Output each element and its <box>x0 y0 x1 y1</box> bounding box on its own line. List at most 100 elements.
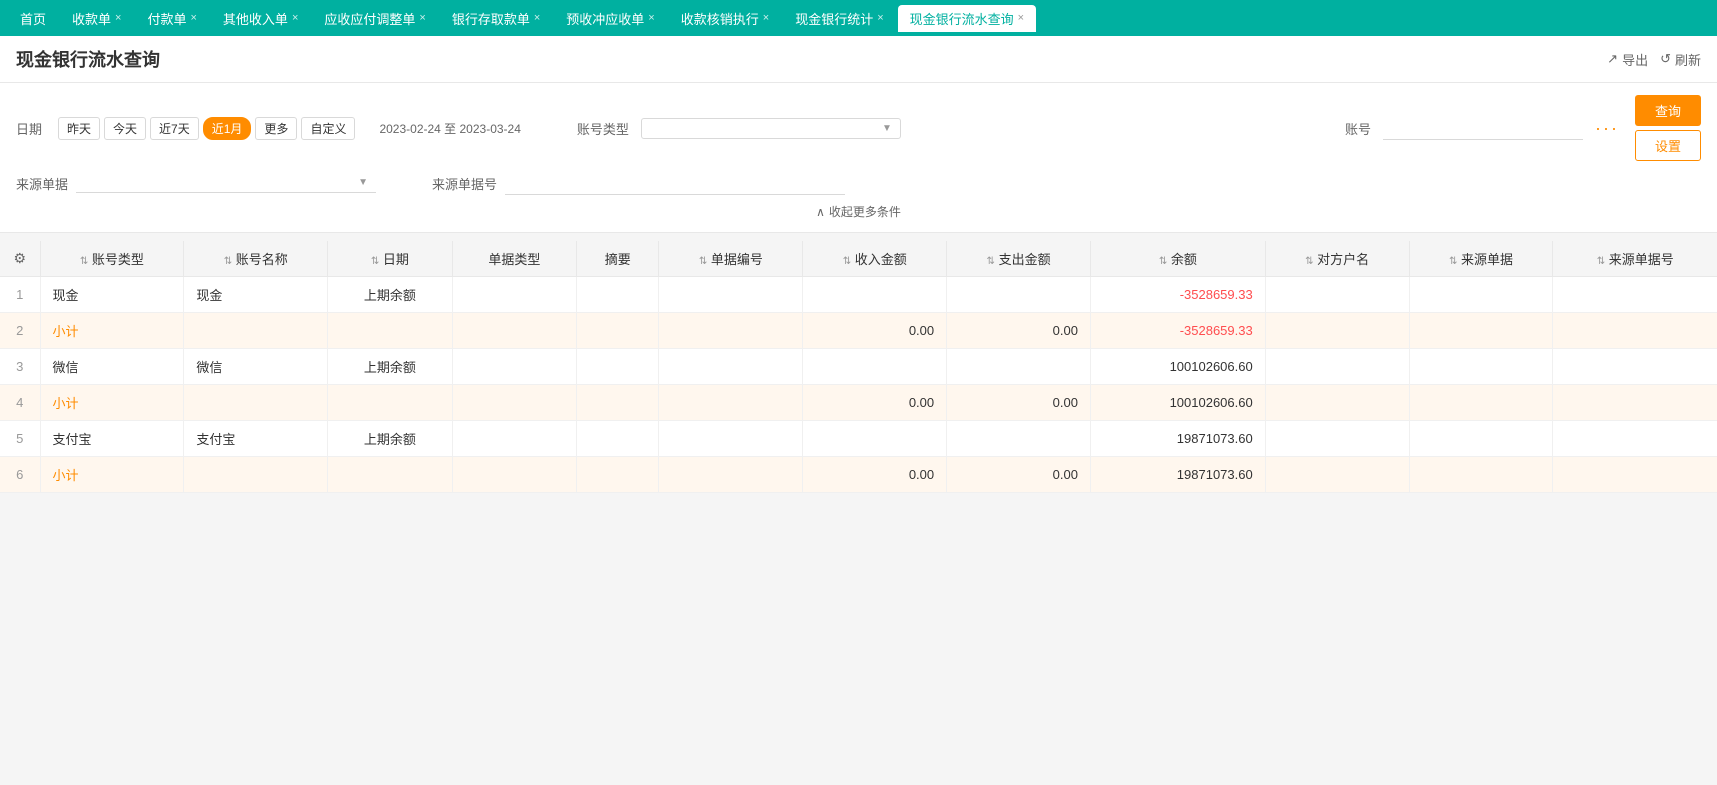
cell-doc-type <box>452 277 576 313</box>
cell-doc-type <box>452 349 576 385</box>
export-button[interactable]: ↗ 导出 <box>1607 50 1648 69</box>
nav-bank-stats[interactable]: 现金银行统计 × <box>783 5 895 32</box>
cell-source-doc <box>1409 313 1553 349</box>
nav-home[interactable]: 首页 <box>8 5 58 32</box>
th-account-name[interactable]: ⇅ 账号名称 <box>184 241 328 277</box>
nav-other-income[interactable]: 其他收入单 × <box>211 5 310 32</box>
date-btn-1month[interactable]: 近1月 <box>203 117 252 140</box>
cell-account-type: 小计 <box>40 385 184 421</box>
cell-balance: -3528659.33 <box>1090 277 1265 313</box>
source-doc-num-input[interactable] <box>505 171 845 195</box>
cell-expense <box>947 349 1091 385</box>
data-table: ⚙ ⇅ 账号类型 ⇅ 账号名称 ⇅ 日期 单据类型 摘要 ⇅ 单 <box>0 241 1717 493</box>
cell-source-doc-no <box>1553 313 1717 349</box>
account-dots-button[interactable]: ··· <box>1595 118 1619 139</box>
th-income[interactable]: ⇅ 收入金额 <box>803 241 947 277</box>
nav-collection-close[interactable]: × <box>763 12 769 24</box>
gear-icon[interactable]: ⚙ <box>13 250 26 266</box>
cell-summary <box>577 385 659 421</box>
nav-payment[interactable]: 付款单 × <box>135 5 208 32</box>
th-settings[interactable]: ⚙ <box>0 241 40 277</box>
th-account-type[interactable]: ⇅ 账号类型 <box>40 241 184 277</box>
cell-income: 0.00 <box>803 457 947 493</box>
cell-income <box>803 421 947 457</box>
cell-balance: 19871073.60 <box>1090 421 1265 457</box>
table-row: 4 小计 0.00 0.00 100102606.60 <box>0 385 1717 421</box>
nav-adjustment[interactable]: 应收应付调整单 × <box>312 5 437 32</box>
cell-doc-no <box>659 421 803 457</box>
th-doc-no[interactable]: ⇅ 单据编号 <box>659 241 803 277</box>
cell-income: 0.00 <box>803 313 947 349</box>
cell-balance: -3528659.33 <box>1090 313 1265 349</box>
th-source-doc[interactable]: ⇅ 来源单据 <box>1409 241 1553 277</box>
nav-bank-transfer[interactable]: 银行存取款单 × <box>440 5 552 32</box>
nav-bank-transfer-close[interactable]: × <box>534 12 540 24</box>
th-counterpart[interactable]: ⇅ 对方户名 <box>1265 241 1409 277</box>
cell-row-num: 6 <box>0 457 40 493</box>
cell-account-type: 小计 <box>40 313 184 349</box>
cell-doc-type <box>452 421 576 457</box>
refresh-icon: ↺ <box>1660 51 1671 67</box>
nav-payment-close[interactable]: × <box>190 12 196 24</box>
collapse-button[interactable]: ∧ 收起更多条件 <box>816 203 901 220</box>
nav-collection[interactable]: 收款核销执行 × <box>669 5 781 32</box>
cell-row-num: 3 <box>0 349 40 385</box>
table-row: 5 支付宝 支付宝 上期余额 19871073.60 <box>0 421 1717 457</box>
date-btn-custom[interactable]: 自定义 <box>301 117 355 140</box>
cell-source-doc <box>1409 349 1553 385</box>
nav-bank-stats-close[interactable]: × <box>877 12 883 24</box>
cell-expense: 0.00 <box>947 457 1091 493</box>
nav-adjustment-close[interactable]: × <box>419 12 425 24</box>
cell-source-doc <box>1409 277 1553 313</box>
source-doc-label: 来源单据 <box>16 174 68 193</box>
nav-bank-flow-close[interactable]: × <box>1018 12 1024 24</box>
refresh-button[interactable]: ↺ 刷新 <box>1660 50 1701 69</box>
date-btn-yesterday[interactable]: 昨天 <box>58 117 100 140</box>
th-source-doc-no[interactable]: ⇅ 来源单据号 <box>1553 241 1717 277</box>
th-balance[interactable]: ⇅ 余额 <box>1090 241 1265 277</box>
cell-doc-type <box>452 385 576 421</box>
cell-summary <box>577 349 659 385</box>
cell-row-num: 2 <box>0 313 40 349</box>
cell-counterpart <box>1265 421 1409 457</box>
nav-other-income-close[interactable]: × <box>292 12 298 24</box>
nav-bank-flow[interactable]: 现金银行流水查询 × <box>898 5 1036 32</box>
table-row: 6 小计 0.00 0.00 19871073.60 <box>0 457 1717 493</box>
account-type-select[interactable]: ▼ <box>641 118 901 139</box>
nav-receipt-close[interactable]: × <box>115 12 121 24</box>
nav-receipt[interactable]: 收款单 × <box>60 5 133 32</box>
cell-doc-type <box>452 313 576 349</box>
cell-income <box>803 277 947 313</box>
date-btn-7days[interactable]: 近7天 <box>150 117 199 140</box>
cell-summary <box>577 277 659 313</box>
date-btn-more[interactable]: 更多 <box>255 117 297 140</box>
cell-date <box>328 457 452 493</box>
th-date[interactable]: ⇅ 日期 <box>328 241 452 277</box>
nav-prepay[interactable]: 预收冲应收单 × <box>554 5 666 32</box>
date-filter-label: 日期 <box>16 119 42 138</box>
source-doc-select[interactable]: ▼ <box>76 173 376 193</box>
settings-button[interactable]: 设置 <box>1635 130 1701 161</box>
query-button[interactable]: 查询 <box>1635 95 1701 126</box>
cell-expense: 0.00 <box>947 313 1091 349</box>
collapse-chevron-icon: ∧ <box>816 205 825 219</box>
cell-row-num: 4 <box>0 385 40 421</box>
nav-prepay-close[interactable]: × <box>648 12 654 24</box>
source-doc-num-label: 来源单据号 <box>432 174 497 193</box>
cell-counterpart <box>1265 457 1409 493</box>
cell-expense: 0.00 <box>947 385 1091 421</box>
date-btn-today[interactable]: 今天 <box>104 117 146 140</box>
data-table-container: ⚙ ⇅ 账号类型 ⇅ 账号名称 ⇅ 日期 单据类型 摘要 ⇅ 单 <box>0 241 1717 493</box>
cell-date <box>328 385 452 421</box>
filter-row-2: 来源单据 ▼ 来源单据号 <box>16 171 1701 195</box>
th-expense[interactable]: ⇅ 支出金额 <box>947 241 1091 277</box>
cell-source-doc-no <box>1553 349 1717 385</box>
cell-doc-no <box>659 349 803 385</box>
cell-balance: 19871073.60 <box>1090 457 1265 493</box>
chevron-down-icon: ▼ <box>882 123 892 134</box>
cell-source-doc <box>1409 385 1553 421</box>
account-input[interactable] <box>1383 116 1583 140</box>
filter-row-1: 日期 昨天 今天 近7天 近1月 更多 自定义 2023-02-24 至 202… <box>16 95 1701 161</box>
cell-account-name <box>184 385 328 421</box>
date-range-display: 2023-02-24 至 2023-03-24 <box>379 120 520 137</box>
